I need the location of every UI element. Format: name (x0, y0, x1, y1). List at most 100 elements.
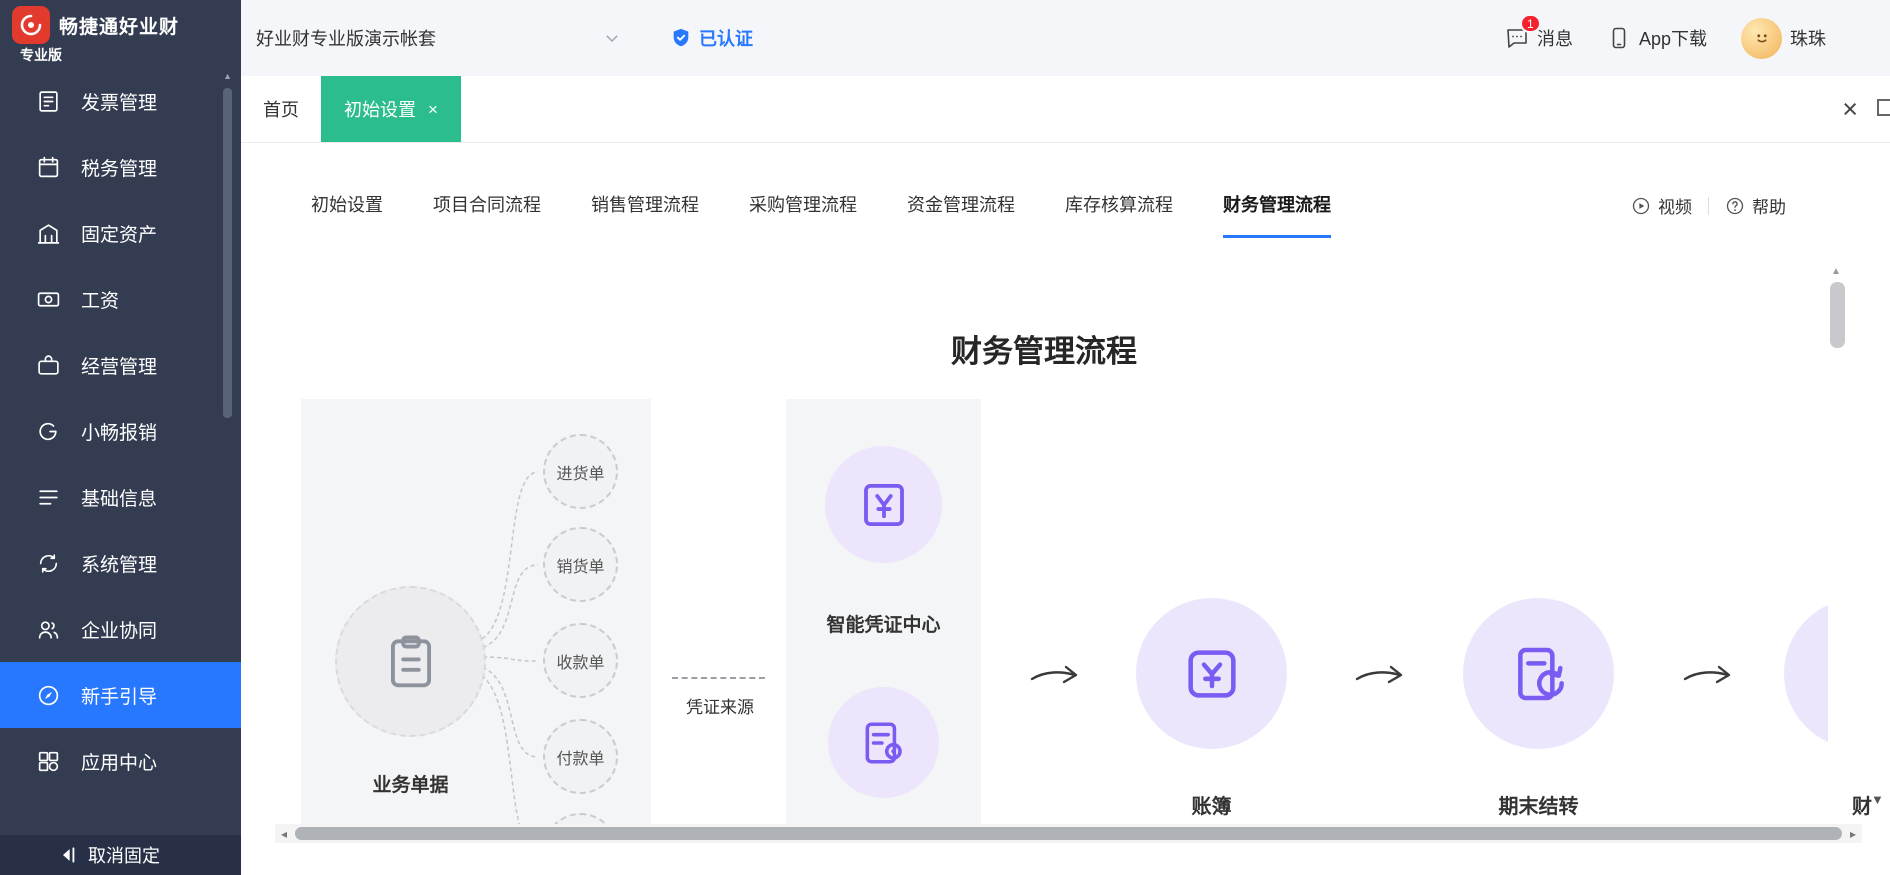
sidebar-item-app-center[interactable]: 应用中心 (0, 728, 241, 794)
logo-area: 畅捷通好业财 专业版 (0, 0, 241, 68)
partial-node-circle (1784, 598, 1828, 749)
notification-badge: 1 (1519, 14, 1541, 33)
horizontal-scroll-thumb[interactable] (295, 827, 1842, 840)
sidebar-item-tax-management[interactable]: 税务管理 (0, 134, 241, 200)
sidebar-item-invoice-management[interactable]: 发票管理 (0, 68, 241, 134)
app-download-label: App下载 (1638, 29, 1707, 49)
app-window: 畅捷通好业财 专业版 发票管理 税务管理 固定资产 工资 经营管理 小畅报销 基… (0, 0, 1890, 875)
voucher-settings-circle (828, 687, 939, 798)
account-select[interactable]: 好业财专业版演示帐套 (256, 25, 621, 51)
node-purchase-order: 进货单 (543, 434, 618, 509)
scroll-down-icon[interactable]: ▼ (1871, 792, 1884, 807)
sidebar-menu: 发票管理 税务管理 固定资产 工资 经营管理 小畅报销 基础信息 系统管理 企业… (0, 68, 241, 794)
tab-initial-settings[interactable]: 初始设置 × (321, 76, 461, 142)
unpin-sidebar-button[interactable]: 取消固定 (0, 835, 241, 875)
finance-flow-diagram: 业务单据 进货单 销货单 收款单 付款单 凭证来源 智能凭证中心 账簿 期末结转… (241, 142, 1890, 824)
banknote-icon (37, 291, 60, 307)
smartphone-icon (1612, 27, 1626, 49)
list-icon (39, 489, 58, 505)
avatar-face-icon (1756, 34, 1767, 43)
node-receipt: 收款单 (543, 623, 618, 698)
voucher-source-line (672, 677, 765, 679)
tab-label: 初始设置 (344, 100, 416, 120)
document-refresh-icon (1517, 647, 1564, 700)
sidebar-item-label: 固定资产 (81, 224, 158, 246)
reimburse-icon (39, 422, 57, 440)
close-icon[interactable]: × (1842, 95, 1858, 123)
app-title: 畅捷通好业财 (59, 16, 180, 38)
sidebar-item-label: 小畅报销 (81, 422, 158, 444)
close-tab-icon[interactable]: × (428, 101, 438, 118)
topbar-actions: 1 消息 App下载 珠珠 (1505, 14, 1890, 59)
sidebar-item-system-management[interactable]: 系统管理 (0, 530, 241, 596)
smart-voucher-circle (825, 446, 942, 563)
node-payment: 付款单 (543, 719, 618, 794)
avatar (1741, 17, 1782, 59)
briefcase-icon (38, 354, 59, 375)
vertical-scroll-thumb[interactable] (1830, 282, 1845, 348)
sidebar-item-label: 新手引导 (81, 686, 158, 708)
tab-bar: 首页 初始设置 × × (241, 76, 1890, 142)
building-icon (37, 223, 60, 244)
invoice-icon (39, 90, 58, 112)
sidebar-item-label: 经营管理 (81, 356, 158, 378)
flow-arrow-icon (1030, 665, 1078, 684)
sidebar-scrollbar-thumb[interactable] (223, 88, 232, 418)
sidebar-item-label: 系统管理 (81, 554, 158, 576)
sync-icon (39, 553, 58, 573)
sidebar-item-label: 基础信息 (81, 488, 158, 510)
clipboard-icon (390, 635, 431, 687)
sidebar-item-basic-info[interactable]: 基础信息 (0, 464, 241, 530)
sidebar-item-label: 应用中心 (81, 752, 158, 774)
period-end-label: 期末结转 (1498, 796, 1579, 818)
flow-arrow-icon (1683, 665, 1731, 684)
period-end-node (1463, 598, 1614, 749)
chevron-down-icon (606, 35, 618, 43)
sidebar-item-salary[interactable]: 工资 (0, 266, 241, 332)
sidebar-scroll-up-icon[interactable]: ▲ (223, 72, 232, 81)
sidebar-item-label: 企业协同 (81, 620, 158, 642)
brand-logo-icon (12, 6, 50, 44)
topbar: 好业财专业版演示帐套 已认证 1 消息 App下载 珠珠 (241, 0, 1890, 76)
tab-home[interactable]: 首页 (263, 96, 299, 122)
horizontal-scrollbar[interactable]: ◂ ▸ (275, 824, 1862, 843)
partial-node (1784, 598, 1828, 749)
voucher-source-label: 凭证来源 (686, 698, 754, 717)
sidebar-item-label: 税务管理 (81, 158, 158, 180)
sidebar-item-label: 发票管理 (81, 92, 158, 114)
shield-icon (673, 28, 689, 47)
sidebar-item-business-management[interactable]: 经营管理 (0, 332, 241, 398)
app-edition: 专业版 (20, 47, 62, 63)
user-name: 珠珠 (1790, 29, 1826, 49)
business-docs-label: 业务单据 (372, 775, 449, 796)
flow-arrow-icon (1355, 665, 1403, 684)
business-docs-circle (335, 586, 486, 737)
compass-icon (38, 685, 59, 705)
unpin-label: 取消固定 (88, 846, 160, 866)
document-gear-icon (865, 721, 902, 764)
restore-icon[interactable] (1877, 99, 1890, 116)
sidebar-item-reimbursement[interactable]: 小畅报销 (0, 398, 241, 464)
workspace: 初始设置 项目合同流程 销售管理流程 采购管理流程 资金管理流程 库存核算流程 … (241, 142, 1890, 875)
scroll-left-icon[interactable]: ◂ (275, 827, 293, 841)
certified-badge[interactable]: 已认证 (670, 25, 753, 51)
sidebar-item-fixed-assets[interactable]: 固定资产 (0, 200, 241, 266)
sidebar-item-newbie-guide[interactable]: 新手引导 (0, 662, 241, 728)
collapse-pin-icon (63, 847, 75, 863)
account-name: 好业财专业版演示帐套 (256, 29, 436, 49)
node-sales-order: 销货单 (543, 527, 618, 602)
messages-label: 消息 (1536, 29, 1573, 49)
sidebar: 畅捷通好业财 专业版 发票管理 税务管理 固定资产 工资 经营管理 小畅报销 基… (0, 0, 241, 875)
tax-icon (38, 156, 59, 177)
people-icon (38, 620, 59, 639)
sidebar-item-enterprise-collaboration[interactable]: 企业协同 (0, 596, 241, 662)
scroll-right-icon[interactable]: ▸ (1844, 827, 1862, 841)
user-menu[interactable]: 珠珠 (1741, 17, 1826, 59)
grid-icon (38, 751, 59, 771)
messages-button[interactable]: 1 消息 (1505, 14, 1573, 51)
app-download-button[interactable]: App下载 (1607, 25, 1707, 51)
scroll-up-icon[interactable]: ▲ (1831, 266, 1841, 277)
connector-lines (475, 471, 539, 824)
yen-document-icon (863, 483, 904, 526)
ledger-node (1136, 598, 1287, 749)
